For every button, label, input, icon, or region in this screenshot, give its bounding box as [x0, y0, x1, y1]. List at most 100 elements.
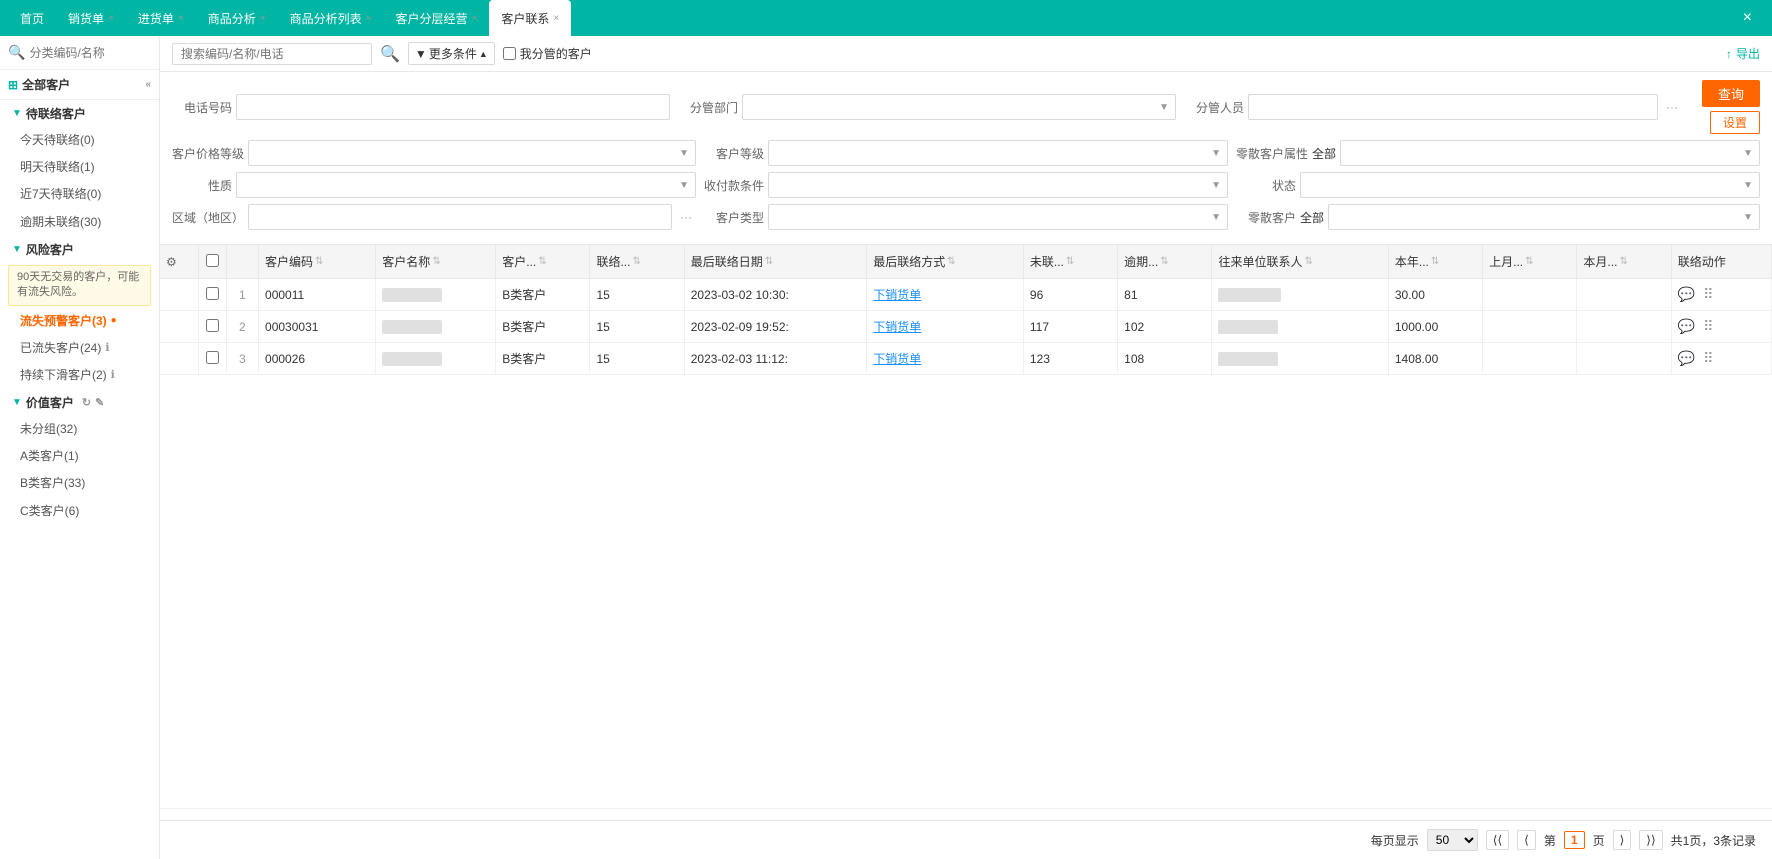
- sidebar-item-ungrouped[interactable]: 未分组(32): [0, 416, 159, 443]
- action-more-icon[interactable]: ⠿: [1703, 350, 1713, 367]
- field-zero-attr-select[interactable]: ▼: [1340, 140, 1760, 166]
- field-customer-type-select[interactable]: ▼: [768, 204, 1228, 230]
- sidebar-item-class-b[interactable]: B类客户(33): [0, 470, 159, 497]
- select-all-checkbox[interactable]: [206, 254, 219, 267]
- my-customers-checkbox-label[interactable]: 我分管的客户: [503, 45, 592, 62]
- sidebar-item-churned[interactable]: 已流失客户(24) ℹ: [0, 335, 159, 362]
- sidebar-group-risk[interactable]: ▼ 风险客户: [0, 236, 159, 263]
- col-this-year[interactable]: 本年...⇅: [1388, 245, 1482, 279]
- tab-analysis-list-close-icon[interactable]: ×: [366, 13, 372, 24]
- sidebar-item-class-a[interactable]: A类客户(1): [0, 443, 159, 470]
- tab-purchase-close-icon[interactable]: ×: [178, 13, 184, 24]
- col-code[interactable]: 客户编码⇅: [259, 245, 376, 279]
- sidebar-all-customers[interactable]: ⊞ 全部客户 «: [0, 70, 159, 100]
- action-more-icon[interactable]: ⠿: [1703, 286, 1713, 303]
- chevron-down-icon-7: ▼: [1743, 180, 1753, 191]
- col-last-date[interactable]: 最后联络日期⇅: [684, 245, 866, 279]
- tab-analysis[interactable]: 商品分析 ×: [196, 0, 278, 36]
- col-type[interactable]: 客户...⇅: [496, 245, 590, 279]
- table-header-row: ⚙ 客户编码⇅ 客户名称⇅ 客户...⇅ 联络...⇅ 最后联络日期⇅ 最后联络…: [160, 245, 1772, 279]
- sidebar-item-tomorrow[interactable]: 明天待联络(1): [0, 154, 159, 181]
- row-type: B类客户: [496, 311, 590, 343]
- row-not-contacted: 96: [1023, 279, 1117, 311]
- field-region-dots[interactable]: ···: [676, 210, 696, 224]
- col-unit-contact[interactable]: 往来单位联系人⇅: [1212, 245, 1388, 279]
- last-page-button[interactable]: ⟩⟩: [1639, 830, 1662, 850]
- col-last-month[interactable]: 上月...⇅: [1483, 245, 1577, 279]
- field-customer-level-select[interactable]: ▼: [768, 140, 1228, 166]
- field-price-tier-select[interactable]: ▼: [248, 140, 696, 166]
- field-zero-customer-select[interactable]: ▼: [1328, 204, 1760, 230]
- col-overdue[interactable]: 逾期...⇅: [1118, 245, 1212, 279]
- query-button[interactable]: 查询: [1702, 80, 1760, 107]
- field-status: 状态 ▼: [1236, 172, 1760, 198]
- tab-purchase[interactable]: 进货单 ×: [126, 0, 196, 36]
- filter-search-button[interactable]: 🔍: [380, 44, 400, 64]
- col-name[interactable]: 客户名称⇅: [376, 245, 496, 279]
- tab-customer-tier-close-icon[interactable]: ×: [471, 13, 477, 24]
- field-manager-dots[interactable]: ···: [1662, 100, 1682, 114]
- sidebar-group-pending[interactable]: ▼ 待联络客户: [0, 100, 159, 127]
- sidebar-item-today[interactable]: 今天待联络(0): [0, 127, 159, 154]
- horizontal-scrollbar[interactable]: [160, 808, 1772, 820]
- settings-gear-icon[interactable]: ⚙: [166, 255, 177, 269]
- edit-icon[interactable]: ✎: [95, 396, 104, 409]
- col-not-contacted[interactable]: 未联...⇅: [1023, 245, 1117, 279]
- field-zero-customer-label: 零散客户: [1236, 209, 1296, 226]
- sidebar-search-input[interactable]: [29, 46, 160, 60]
- row-unit-contact: 1y ██ 3...: [1212, 311, 1388, 343]
- tab-sales[interactable]: 销货单 ×: [56, 0, 126, 36]
- sidebar-item-overdue[interactable]: 逾期未联络(30): [0, 209, 159, 236]
- tab-customer-contact-close-icon[interactable]: ×: [553, 13, 559, 24]
- col-settings[interactable]: ⚙: [160, 245, 198, 279]
- sidebar-item-churn-warning[interactable]: 流失预警客户(3) ●: [0, 308, 159, 335]
- field-region-input[interactable]: [248, 204, 672, 230]
- field-manager-input[interactable]: [1248, 94, 1658, 120]
- sidebar-item-class-c[interactable]: C类客户(6): [0, 498, 159, 525]
- col-last-method[interactable]: 最后联络方式⇅: [867, 245, 1024, 279]
- row-checkbox[interactable]: [198, 311, 226, 343]
- field-dept-select[interactable]: ▼: [742, 94, 1176, 120]
- row-last-contact-method[interactable]: 下销货单: [867, 279, 1024, 311]
- sidebar-group-value[interactable]: ▼ 价值客户 ↻ ✎: [0, 389, 159, 416]
- col-contact[interactable]: 联络...⇅: [590, 245, 684, 279]
- sidebar-item-7days[interactable]: 近7天待联络(0): [0, 181, 159, 208]
- window-close-button[interactable]: ×: [1731, 9, 1764, 27]
- row-contact: 15: [590, 311, 684, 343]
- page-suffix: 页: [1593, 832, 1605, 849]
- tab-analysis-list[interactable]: 商品分析列表 ×: [278, 0, 384, 36]
- settings-button[interactable]: 设置: [1710, 111, 1760, 134]
- row-last-contact-method[interactable]: 下销货单: [867, 343, 1024, 375]
- action-chat-icon[interactable]: 💬: [1678, 350, 1695, 367]
- field-phone-input[interactable]: [236, 94, 670, 120]
- tab-customer-tier[interactable]: 客户分层经营 ×: [383, 0, 489, 36]
- next-page-button[interactable]: ⟩: [1613, 830, 1632, 850]
- sidebar-item-declining[interactable]: 持续下滑客户(2) ℹ: [0, 362, 159, 389]
- tab-customer-contact[interactable]: 客户联系 ×: [489, 0, 571, 36]
- filter-row-2: 客户价格等级 ▼ 客户等级 ▼ 零散客户属性 全部 ▼: [172, 140, 1760, 166]
- export-icon: ↑: [1726, 47, 1732, 61]
- tab-analysis-close-icon[interactable]: ×: [260, 13, 266, 24]
- my-customers-checkbox[interactable]: [503, 47, 516, 60]
- action-chat-icon[interactable]: 💬: [1678, 318, 1695, 335]
- refresh-icon[interactable]: ↻: [82, 396, 91, 409]
- per-page-select[interactable]: 50 100 200: [1427, 829, 1478, 851]
- col-checkbox[interactable]: [198, 245, 226, 279]
- row-checkbox[interactable]: [198, 343, 226, 375]
- action-chat-icon[interactable]: 💬: [1678, 286, 1695, 303]
- tab-home[interactable]: 首页: [8, 0, 56, 36]
- filter-more-conditions-button[interactable]: ▼ 更多条件 ▲: [408, 42, 495, 65]
- field-status-select[interactable]: ▼: [1300, 172, 1760, 198]
- export-button[interactable]: ↑ 导出: [1726, 45, 1760, 62]
- table-row: 1 000011 ██████ B类客户 15 2023-03-02 10:30…: [160, 279, 1772, 311]
- filter-search-input[interactable]: [172, 43, 372, 65]
- field-nature-select[interactable]: ▼: [236, 172, 696, 198]
- row-checkbox[interactable]: [198, 279, 226, 311]
- field-payment-select[interactable]: ▼: [768, 172, 1228, 198]
- first-page-button[interactable]: ⟨⟨: [1486, 830, 1509, 850]
- tab-sales-close-icon[interactable]: ×: [108, 13, 114, 24]
- action-more-icon[interactable]: ⠿: [1703, 318, 1713, 335]
- col-this-month[interactable]: 本月...⇅: [1577, 245, 1671, 279]
- row-last-contact-method[interactable]: 下销货单: [867, 311, 1024, 343]
- prev-page-button[interactable]: ⟨: [1517, 830, 1536, 850]
